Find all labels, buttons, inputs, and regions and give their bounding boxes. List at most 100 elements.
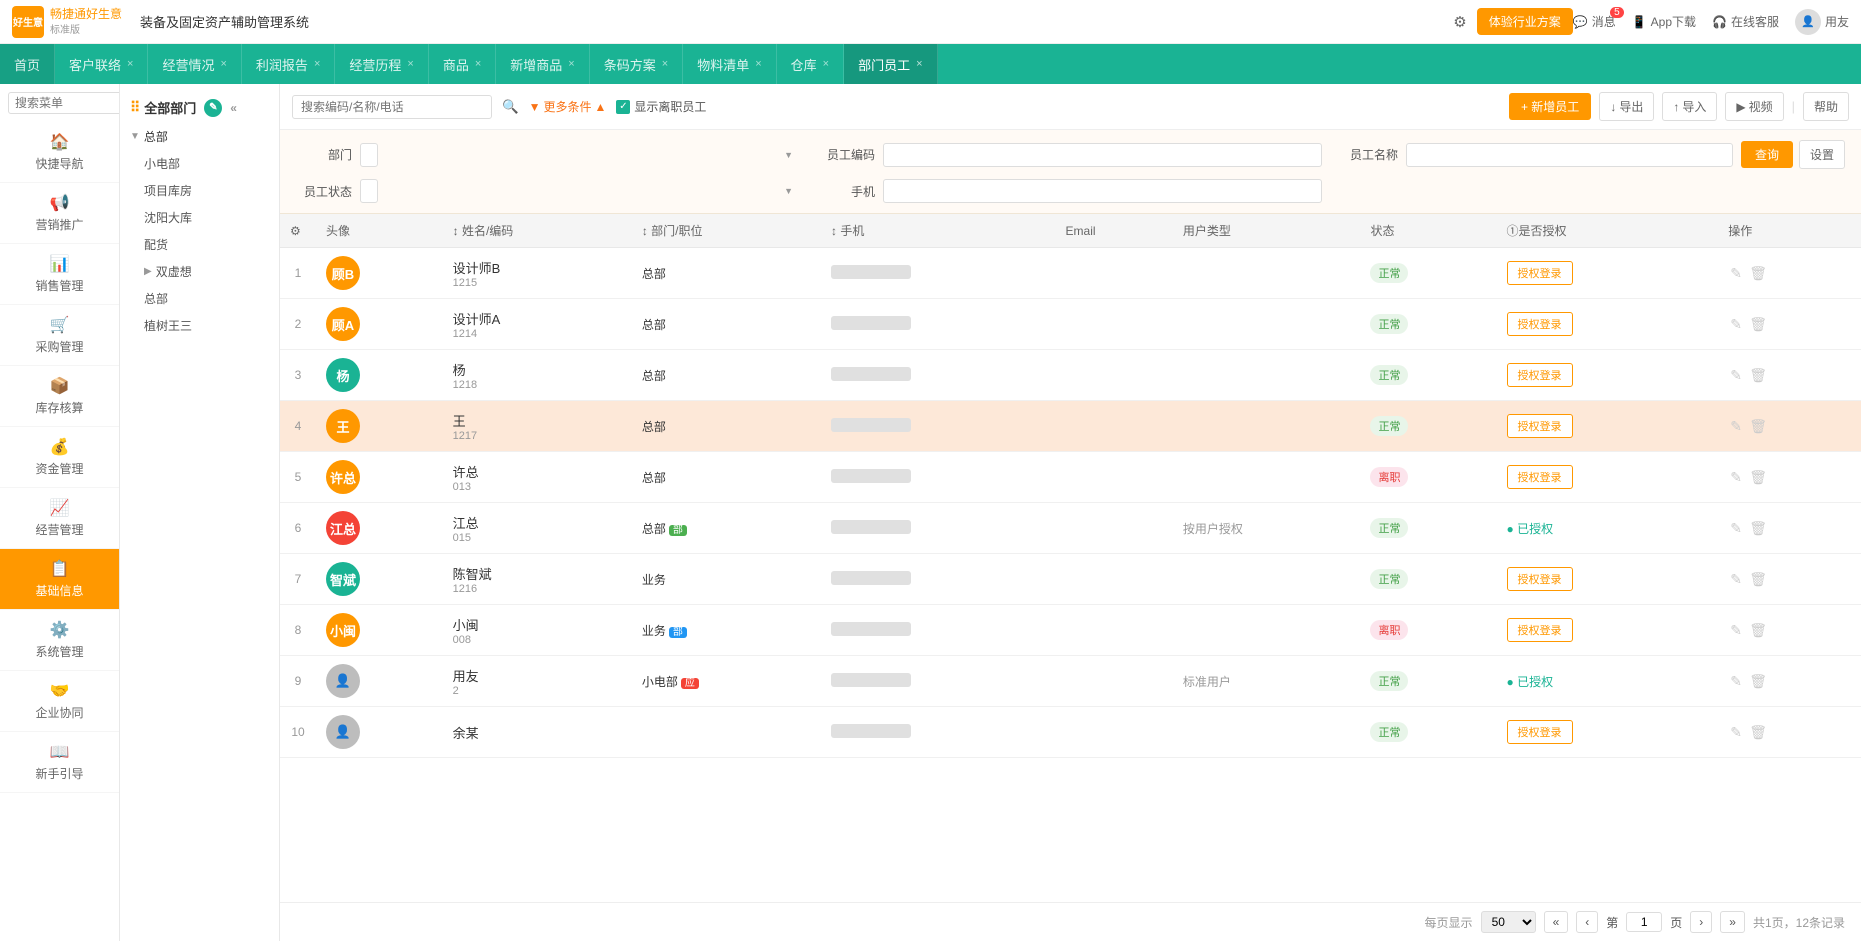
- sidebar-item-shortcut[interactable]: 🏠 快捷导航: [0, 122, 119, 183]
- dept-node-root[interactable]: ▼ 总部: [120, 123, 279, 150]
- delete-icon[interactable]: 🗑: [1749, 622, 1767, 638]
- message-btn[interactable]: 💬 消息 5: [1573, 13, 1616, 30]
- delete-icon[interactable]: 🗑: [1749, 520, 1767, 536]
- delete-icon[interactable]: 🗑: [1749, 265, 1767, 281]
- close-icon[interactable]: ×: [407, 58, 413, 70]
- dept-select[interactable]: [360, 143, 378, 167]
- service-btn[interactable]: 🎧 在线客服: [1712, 13, 1779, 30]
- edit-icon[interactable]: ✎: [1730, 622, 1742, 638]
- delete-icon[interactable]: 🗑: [1749, 418, 1767, 434]
- show-dimission-toggle[interactable]: ✓ 显示离职员工: [616, 98, 706, 115]
- sidebar-item-inventory[interactable]: 📦 库存核算: [0, 366, 119, 427]
- tab-barcode[interactable]: 条码方案×: [590, 44, 683, 84]
- code-input[interactable]: [883, 143, 1322, 167]
- dept-node-double[interactable]: ▶ 双虚想: [120, 258, 279, 285]
- edit-icon[interactable]: ✎: [1730, 724, 1742, 740]
- edit-icon[interactable]: ✎: [1730, 265, 1742, 281]
- status-select[interactable]: [360, 179, 378, 203]
- close-icon[interactable]: ×: [823, 58, 829, 70]
- close-icon[interactable]: ×: [314, 58, 320, 70]
- tab-bom[interactable]: 物料清单×: [683, 44, 776, 84]
- query-btn[interactable]: 查询: [1741, 141, 1793, 168]
- th-dept[interactable]: ↕ 部门/职位: [632, 214, 821, 248]
- delete-icon[interactable]: 🗑: [1749, 367, 1767, 383]
- close-icon[interactable]: ×: [662, 58, 668, 70]
- dept-node-xiaodibu[interactable]: 小电部: [120, 150, 279, 177]
- sidebar-search-input[interactable]: [8, 92, 120, 114]
- delete-icon[interactable]: 🗑: [1749, 724, 1767, 740]
- edit-icon[interactable]: ✎: [1730, 673, 1742, 689]
- phone-input[interactable]: [883, 179, 1322, 203]
- reset-btn[interactable]: 设置: [1799, 140, 1845, 169]
- dept-node-zhishu[interactable]: 植树王三: [120, 312, 279, 339]
- name-input[interactable]: [1406, 143, 1733, 167]
- more-filter-btn[interactable]: ▼ 更多条件 ▲: [529, 98, 607, 115]
- auth-login-btn[interactable]: 授权登录: [1507, 465, 1573, 489]
- dept-node-zongbu[interactable]: 总部: [120, 285, 279, 312]
- tab-department[interactable]: 部门员工×: [844, 44, 937, 84]
- dept-node-project[interactable]: 项目库房: [120, 177, 279, 204]
- sidebar-item-sales[interactable]: 📊 销售管理: [0, 244, 119, 305]
- auth-login-btn[interactable]: 授权登录: [1507, 720, 1573, 744]
- search-input[interactable]: [292, 95, 492, 119]
- delete-icon[interactable]: 🗑: [1749, 316, 1767, 332]
- close-icon[interactable]: ×: [220, 58, 226, 70]
- th-settings[interactable]: ⚙: [280, 214, 316, 248]
- view-btn[interactable]: ▶ 视频: [1725, 92, 1783, 121]
- edit-icon[interactable]: ✎: [1730, 469, 1742, 485]
- edit-icon[interactable]: ✎: [1730, 571, 1742, 587]
- prev-page-btn[interactable]: ‹: [1576, 911, 1598, 933]
- tab-customer[interactable]: 客户联络×: [55, 44, 148, 84]
- import-btn[interactable]: ↑ 导入: [1662, 92, 1717, 121]
- sidebar-item-collab[interactable]: 🤝 企业协同: [0, 671, 119, 732]
- sidebar-item-purchase[interactable]: 🛒 采购管理: [0, 305, 119, 366]
- auth-login-btn[interactable]: 授权登录: [1507, 312, 1573, 336]
- sidebar-item-management[interactable]: 📈 经营管理: [0, 488, 119, 549]
- tab-home[interactable]: 首页: [0, 44, 55, 84]
- th-phone[interactable]: ↕ 手机: [821, 214, 1056, 248]
- dept-edit-icon[interactable]: ✎: [204, 99, 222, 117]
- tab-operation[interactable]: 经营情况×: [148, 44, 241, 84]
- auth-login-btn[interactable]: 授权登录: [1507, 414, 1573, 438]
- edit-icon[interactable]: ✎: [1730, 418, 1742, 434]
- sidebar-item-basic[interactable]: 📋 基础信息: [0, 549, 119, 610]
- gear-icon[interactable]: ⚙: [1453, 13, 1466, 31]
- app-download-btn[interactable]: 📱 App下载: [1632, 13, 1696, 30]
- sidebar-item-finance[interactable]: 💰 资金管理: [0, 427, 119, 488]
- dept-node-peihuo[interactable]: 配货: [120, 231, 279, 258]
- edit-icon[interactable]: ✎: [1730, 316, 1742, 332]
- tab-warehouse[interactable]: 仓库×: [777, 44, 844, 84]
- edit-icon[interactable]: ✎: [1730, 520, 1742, 536]
- sidebar-item-system[interactable]: ⚙️ 系统管理: [0, 610, 119, 671]
- delete-icon[interactable]: 🗑: [1749, 571, 1767, 587]
- page-input[interactable]: [1626, 912, 1662, 932]
- last-page-btn[interactable]: »: [1720, 911, 1745, 933]
- export-btn[interactable]: ↓ 导出: [1599, 92, 1654, 121]
- first-page-btn[interactable]: «: [1544, 911, 1569, 933]
- auth-login-btn[interactable]: 授权登录: [1507, 261, 1573, 285]
- tab-new-product[interactable]: 新增商品×: [496, 44, 589, 84]
- sidebar-item-marketing[interactable]: 📢 营销推广: [0, 183, 119, 244]
- delete-icon[interactable]: 🗑: [1749, 673, 1767, 689]
- th-name[interactable]: ↕ 姓名/编码: [443, 214, 632, 248]
- tab-product[interactable]: 商品×: [429, 44, 496, 84]
- auth-login-btn[interactable]: 授权登录: [1507, 363, 1573, 387]
- per-page-select[interactable]: 50 20 100: [1481, 911, 1536, 933]
- dept-collapse-btn[interactable]: «: [230, 101, 237, 115]
- sidebar-item-guide[interactable]: 📖 新手引导: [0, 732, 119, 793]
- experience-btn[interactable]: 体验行业方案: [1477, 8, 1573, 35]
- next-page-btn[interactable]: ›: [1690, 911, 1712, 933]
- search-btn[interactable]: 🔍: [502, 99, 519, 115]
- close-icon[interactable]: ×: [916, 58, 922, 70]
- close-icon[interactable]: ×: [127, 58, 133, 70]
- delete-icon[interactable]: 🗑: [1749, 469, 1767, 485]
- close-icon[interactable]: ×: [568, 58, 574, 70]
- edit-icon[interactable]: ✎: [1730, 367, 1742, 383]
- help-btn[interactable]: 帮助: [1803, 92, 1849, 121]
- auth-login-btn[interactable]: 授权登录: [1507, 618, 1573, 642]
- auth-login-btn[interactable]: 授权登录: [1507, 567, 1573, 591]
- tab-process[interactable]: 经营历程×: [335, 44, 428, 84]
- add-employee-btn[interactable]: + 新增员工: [1509, 93, 1591, 120]
- user-area[interactable]: 👤 用友: [1795, 9, 1849, 35]
- close-icon[interactable]: ×: [475, 58, 481, 70]
